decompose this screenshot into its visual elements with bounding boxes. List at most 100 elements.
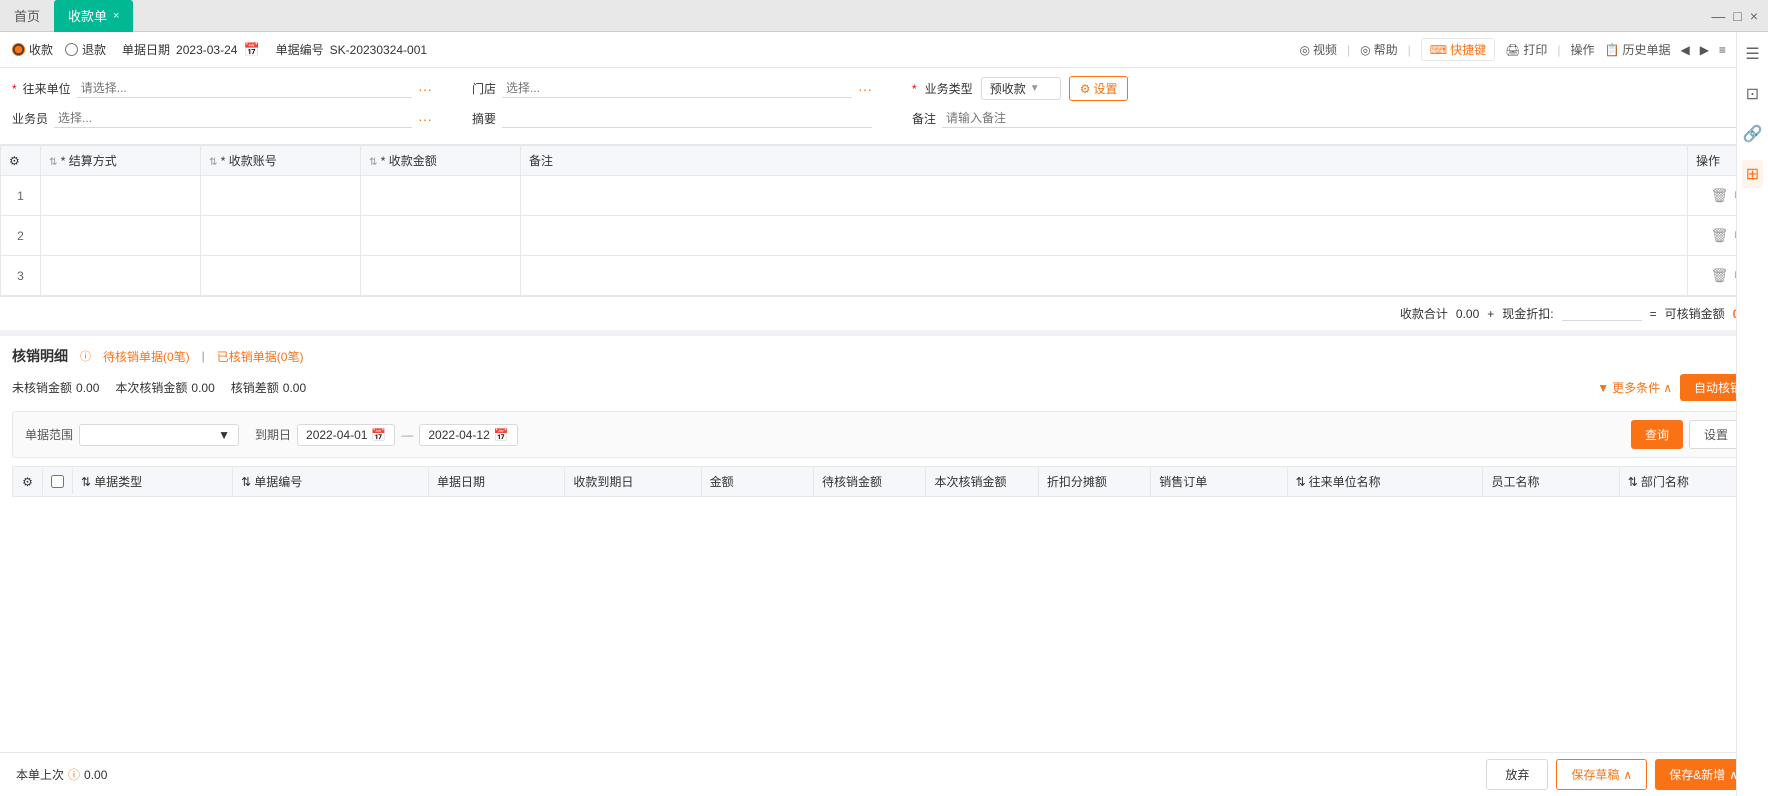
filter-settings-button[interactable]: 设置 bbox=[1689, 420, 1743, 449]
range-select[interactable]: ▼ bbox=[79, 424, 239, 446]
recon-info-icon[interactable]: ⓘ bbox=[80, 348, 91, 364]
maximize-icon[interactable]: □ bbox=[1733, 8, 1741, 24]
th-doc-date: 单据日期 bbox=[429, 467, 565, 496]
th-partner: ⇅ 往来单位名称 bbox=[1288, 467, 1484, 496]
th-this-amount: 本次核销金额 bbox=[926, 467, 1038, 496]
more-conditions-btn[interactable]: ▼ 更多条件 ∧ bbox=[1597, 379, 1672, 396]
biz-type-dropdown[interactable]: 预收款 ▼ bbox=[981, 77, 1061, 100]
bottom-buttons: 放弃 保存草稿 ∧ 保存&新增 ∧ bbox=[1486, 759, 1752, 790]
query-button[interactable]: 查询 bbox=[1631, 420, 1683, 449]
amount-input-1[interactable] bbox=[361, 176, 520, 215]
help-icon: ◎ bbox=[1360, 43, 1370, 57]
date-to-input[interactable]: 2022-04-12 📅 bbox=[419, 424, 517, 446]
recon-header: 核销明细 ⓘ 待核销单据(0笔) | 已核销单据(0笔) bbox=[12, 346, 1756, 366]
save-draft-button[interactable]: 保存草稿 ∧ bbox=[1556, 759, 1647, 790]
store-input[interactable] bbox=[502, 79, 852, 98]
discount-input[interactable] bbox=[1562, 306, 1642, 321]
print-btn[interactable]: 🖨 打印 bbox=[1505, 41, 1547, 58]
toolbar-right: ◎ 视频 | ◎ 帮助 | ⌨ 快捷键 🖨 打印 | 操作 📋 bbox=[1300, 38, 1757, 61]
partner-input[interactable] bbox=[77, 79, 412, 98]
store-field: 门店 ··· bbox=[472, 79, 872, 98]
row-account-2[interactable] bbox=[201, 216, 361, 256]
history-btn[interactable]: 📋 历史单据 bbox=[1604, 41, 1670, 58]
row-amount-3[interactable] bbox=[361, 256, 521, 296]
filter-buttons: 查询 设置 bbox=[1631, 420, 1743, 449]
row-account-3[interactable] bbox=[201, 256, 361, 296]
due-date-field: 到期日 2022-04-01 📅 — 2022-04-12 📅 bbox=[255, 424, 518, 446]
row-amount-1[interactable] bbox=[361, 176, 521, 216]
select-all-checkbox[interactable] bbox=[51, 475, 64, 488]
partner-more-btn[interactable]: ··· bbox=[418, 81, 432, 97]
video-btn[interactable]: ◎ 视频 bbox=[1300, 41, 1338, 58]
sidebar-table-icon[interactable]: ☰ bbox=[1741, 40, 1763, 68]
abandon-button[interactable]: 放弃 bbox=[1486, 759, 1548, 790]
toolbar: 收款 退款 单据日期 2023-03-24 📅 单据编号 SK-20230324… bbox=[0, 32, 1768, 68]
carry-info-icon[interactable]: ⓘ bbox=[68, 766, 80, 783]
pending-tab[interactable]: 待核销单据(0笔) bbox=[103, 348, 190, 365]
table-row: 3 🗑 ⧉ bbox=[1, 256, 1768, 296]
sidebar-expand-icon[interactable]: ⊞ bbox=[1742, 160, 1763, 188]
store-more-btn[interactable]: ··· bbox=[858, 81, 872, 97]
tab-receipt[interactable]: 收款单 × bbox=[54, 0, 133, 32]
nav-prev-btn[interactable]: ◀ bbox=[1680, 43, 1689, 57]
form-area: * 往来单位 ··· 门店 ··· * 业务类型 预收款 ▼ ⚙ 设置 bbox=[0, 68, 1768, 145]
nav-next-btn[interactable]: ▶ bbox=[1700, 43, 1709, 57]
staff-more-btn[interactable]: ··· bbox=[418, 111, 432, 127]
date-from-input[interactable]: 2022-04-01 📅 bbox=[297, 424, 395, 446]
amount-input-3[interactable] bbox=[361, 256, 520, 295]
close-icon[interactable]: × bbox=[1750, 8, 1758, 24]
th-gear[interactable]: ⚙ bbox=[1, 146, 41, 176]
tab-home[interactable]: 首页 bbox=[0, 0, 54, 32]
receipt-refund-toggle: 收款 退款 bbox=[12, 41, 106, 58]
row-index-2: 2 bbox=[1, 216, 41, 256]
help-btn[interactable]: ◎ 帮助 bbox=[1360, 41, 1398, 58]
unreconciled-stat: 未核销金额 0.00 bbox=[12, 379, 99, 396]
summary-input[interactable] bbox=[502, 109, 872, 128]
radio-refund[interactable]: 退款 bbox=[65, 41, 106, 58]
main-content: 收款 退款 单据日期 2023-03-24 📅 单据编号 SK-20230324… bbox=[0, 32, 1768, 796]
delete-icon-2[interactable]: 🗑 bbox=[1711, 227, 1729, 244]
row-remark-2[interactable] bbox=[521, 216, 1688, 256]
th-remark: 备注 bbox=[521, 146, 1688, 176]
remark-input[interactable] bbox=[942, 109, 1756, 128]
delete-icon-3[interactable]: 🗑 bbox=[1711, 267, 1729, 284]
table-container: ⚙ ⇅ * 结算方式 ⇅ * 收款账号 ⇅ bbox=[0, 145, 1768, 296]
recon-stats: 未核销金额 0.00 本次核销金额 0.00 核销差额 0.00 ▼ 更多条件 … bbox=[12, 374, 1756, 401]
view-list-btn[interactable]: ≡ bbox=[1719, 43, 1726, 57]
row-remark-1[interactable] bbox=[521, 176, 1688, 216]
th-gear-recon[interactable]: ⚙ bbox=[13, 469, 43, 495]
row-settlement-2[interactable] bbox=[41, 216, 201, 256]
settlement-input-2[interactable] bbox=[41, 216, 200, 255]
settlement-input-1[interactable] bbox=[41, 176, 200, 215]
remark-input-3[interactable] bbox=[521, 256, 1687, 295]
operation-btn[interactable]: 操作 bbox=[1570, 41, 1594, 58]
form-row-2: 业务员 ··· 摘要 备注 bbox=[12, 109, 1756, 128]
amount-input-2[interactable] bbox=[361, 216, 520, 255]
radio-receipt[interactable]: 收款 bbox=[12, 41, 53, 58]
staff-input[interactable] bbox=[54, 109, 412, 128]
row-settlement-1[interactable] bbox=[41, 176, 201, 216]
tab-close-icon[interactable]: × bbox=[113, 10, 119, 22]
row-amount-2[interactable] bbox=[361, 216, 521, 256]
sidebar-doc-icon[interactable]: ⊡ bbox=[1742, 80, 1763, 108]
settlement-input-3[interactable] bbox=[41, 256, 200, 295]
row-remark-3[interactable] bbox=[521, 256, 1688, 296]
account-input-2[interactable] bbox=[201, 216, 360, 255]
remark-input-1[interactable] bbox=[521, 176, 1687, 215]
row-settlement-3[interactable] bbox=[41, 256, 201, 296]
calendar-icon[interactable]: 📅 bbox=[243, 42, 259, 58]
account-input-3[interactable] bbox=[201, 256, 360, 295]
th-order: 销售订单 bbox=[1151, 467, 1287, 496]
remark-input-2[interactable] bbox=[521, 216, 1687, 255]
minimize-icon[interactable]: — bbox=[1711, 8, 1725, 24]
done-tab[interactable]: 已核销单据(0笔) bbox=[217, 348, 304, 365]
table-area: ⚙ ⇅ * 结算方式 ⇅ * 收款账号 ⇅ bbox=[0, 145, 1768, 330]
th-staff: 员工名称 bbox=[1483, 467, 1619, 496]
shortcut-btn[interactable]: ⌨ 快捷键 bbox=[1421, 38, 1495, 61]
sidebar-link-icon[interactable]: 🔗 bbox=[1739, 120, 1767, 148]
setting-button[interactable]: ⚙ 设置 bbox=[1069, 76, 1129, 101]
delete-icon-1[interactable]: 🗑 bbox=[1711, 187, 1729, 204]
account-input-1[interactable] bbox=[201, 176, 360, 215]
row-account-1[interactable] bbox=[201, 176, 361, 216]
biz-type-field: * 业务类型 预收款 ▼ ⚙ 设置 bbox=[912, 76, 1756, 101]
